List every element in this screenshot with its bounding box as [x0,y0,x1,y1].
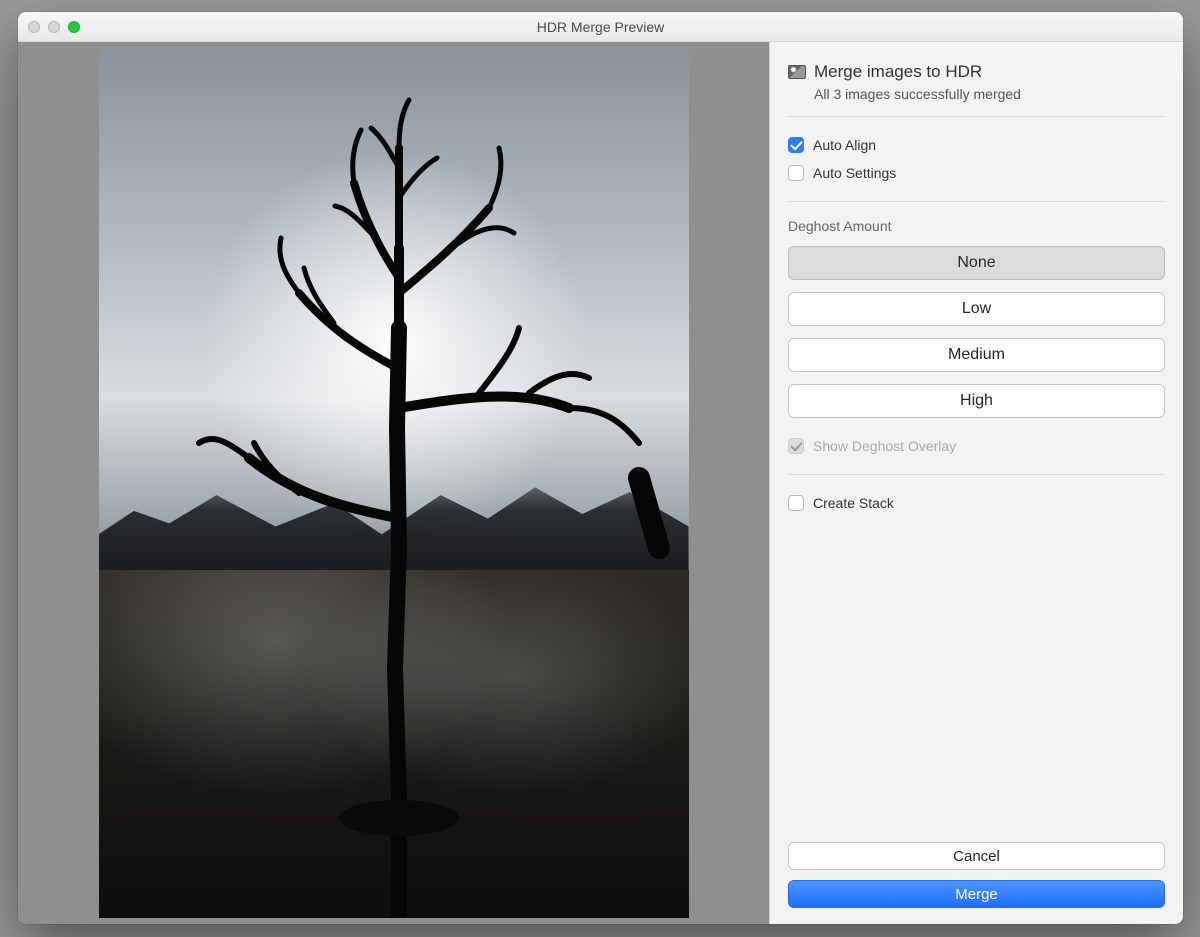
window-zoom-button[interactable] [68,21,80,33]
create-stack-row[interactable]: Create Stack [788,489,1165,517]
merge-status: All 3 images successfully merged [814,86,1021,102]
deghost-options: None Low Medium High [788,246,1165,418]
photo-stack-icon [788,65,806,79]
show-deghost-overlay-label: Show Deghost Overlay [813,438,956,454]
deghost-heading: Deghost Amount [788,218,1165,234]
window-close-button[interactable] [28,21,40,33]
create-stack-label: Create Stack [813,495,894,511]
deghost-high-button[interactable]: High [788,384,1165,418]
auto-align-label: Auto Align [813,137,876,153]
divider [788,201,1165,202]
deghost-medium-button[interactable]: Medium [788,338,1165,372]
merge-title: Merge images to HDR [814,62,1021,82]
show-deghost-overlay-checkbox [788,438,804,454]
divider [788,116,1165,117]
auto-settings-row[interactable]: Auto Settings [788,159,1165,187]
window-titlebar: HDR Merge Preview [18,12,1183,42]
auto-settings-label: Auto Settings [813,165,896,181]
merge-button[interactable]: Merge [788,880,1165,908]
window-title: HDR Merge Preview [18,19,1183,35]
window-minimize-button[interactable] [48,21,60,33]
auto-align-row[interactable]: Auto Align [788,131,1165,159]
traffic-lights [28,21,80,33]
preview-image [99,48,689,918]
create-stack-checkbox[interactable] [788,495,804,511]
side-panel: Merge images to HDR All 3 images success… [769,42,1183,924]
auto-settings-checkbox[interactable] [788,165,804,181]
deghost-none-button[interactable]: None [788,246,1165,280]
show-deghost-overlay-row: Show Deghost Overlay [788,432,1165,460]
footer: Cancel Merge [788,842,1165,908]
deghost-low-button[interactable]: Low [788,292,1165,326]
cancel-button[interactable]: Cancel [788,842,1165,870]
auto-align-checkbox[interactable] [788,137,804,153]
preview-pane [18,42,769,924]
divider [788,474,1165,475]
hdr-merge-preview-window: HDR Merge Preview [18,12,1183,924]
tree-silhouette-icon [99,48,689,918]
merge-header: Merge images to HDR All 3 images success… [788,62,1165,102]
